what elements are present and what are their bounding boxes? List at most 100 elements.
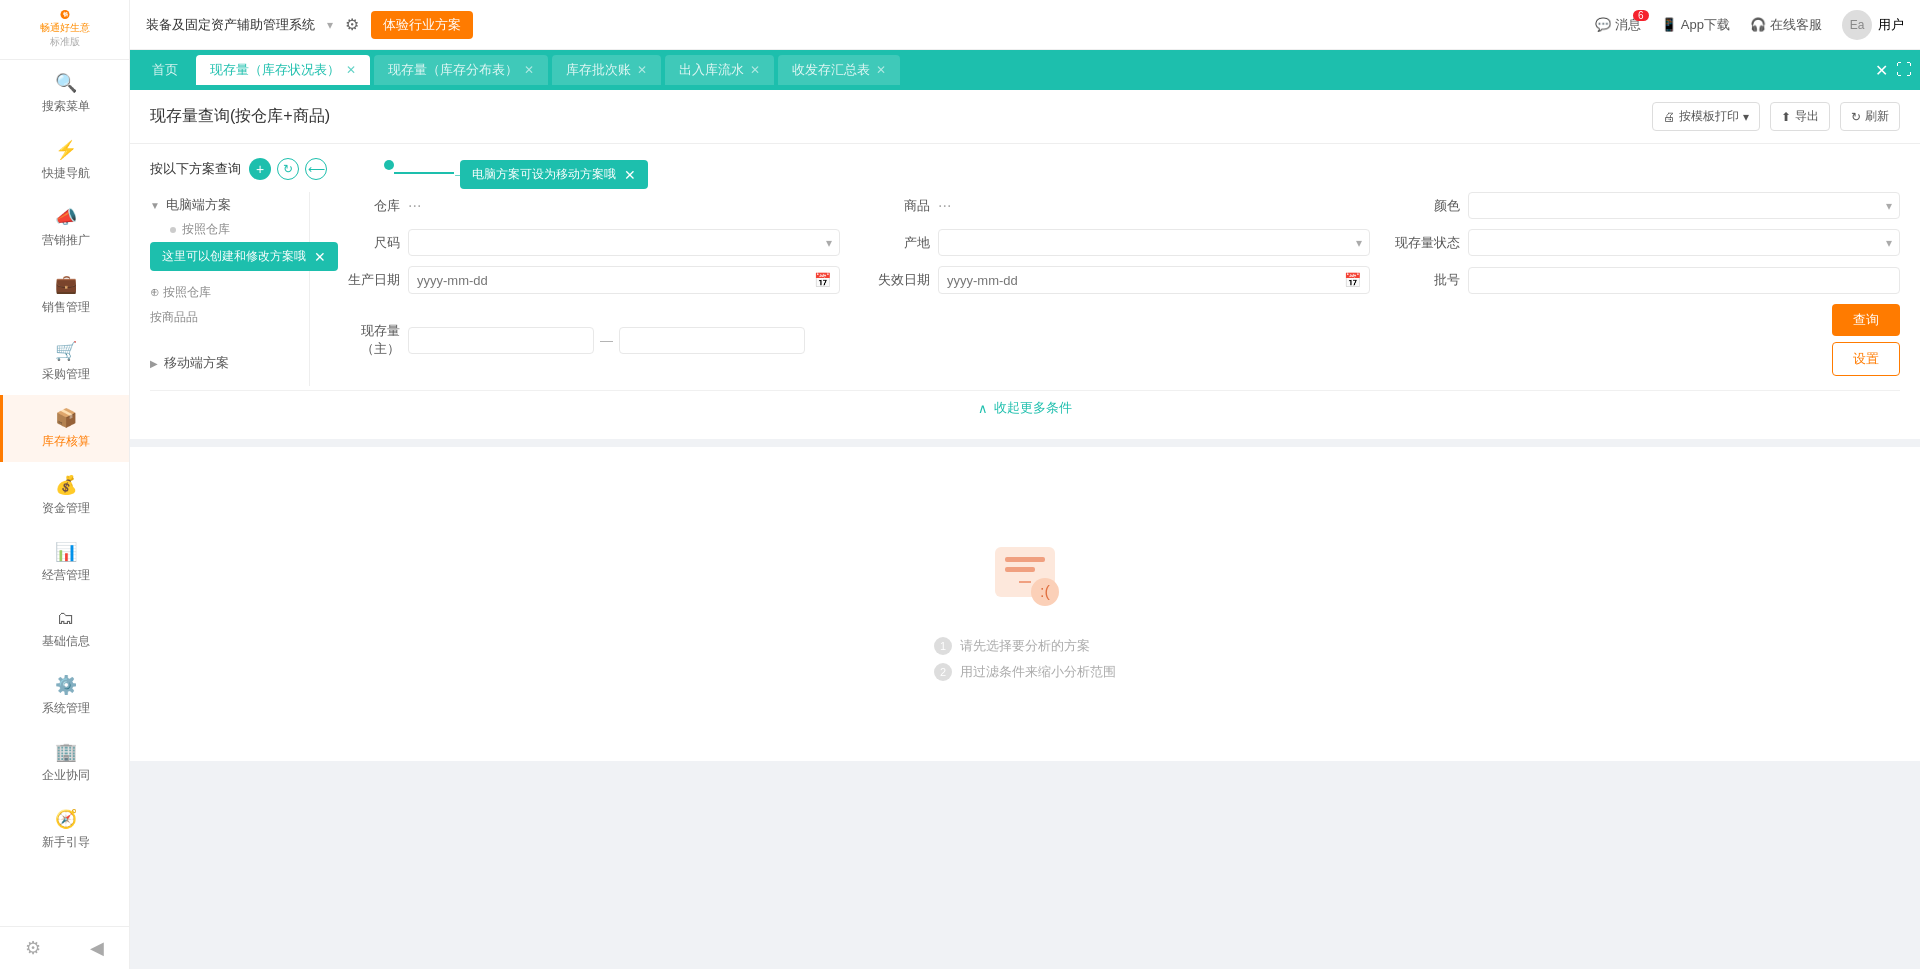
scheme-sub-dot	[170, 227, 176, 233]
tabs-actions: ✕ ⛶	[1875, 61, 1912, 80]
header-online-support[interactable]: 🎧 在线客服	[1750, 16, 1822, 34]
template-print-button[interactable]: 🖨 按模板打印 ▾	[1652, 102, 1760, 131]
filter-header-actions: + ↻ ⟵	[249, 158, 327, 180]
scheme-sub-warehouse[interactable]: 按照仓库	[170, 218, 299, 241]
sidebar-menu: 🔍 搜索菜单 ⚡ 快捷导航 📣 营销推广 💼 销售管理 🛒 采购管理 📦 库存核…	[0, 60, 129, 926]
collapse-button[interactable]: ∧ 收起更多条件	[150, 390, 1900, 425]
tab-expand-icon[interactable]: ⛶	[1896, 61, 1912, 80]
tab-home[interactable]: 首页	[138, 55, 192, 85]
main-area: 装备及固定资产辅助管理系统 ▾ ⚙ 体验行业方案 💬 消息 6 📱 App下载 …	[130, 0, 1920, 969]
filter-produce-date-input[interactable]	[417, 273, 810, 288]
sidebar-item-label: 新手引导	[42, 834, 90, 851]
tooltip-2-text: 这里可以创建和修改方案哦	[162, 248, 306, 265]
sidebar-item-basic[interactable]: 🗂 基础信息	[0, 596, 129, 662]
back-filter-button[interactable]: ⟵	[305, 158, 327, 180]
settings-bottom-icon[interactable]: ⚙	[25, 937, 41, 959]
tab-inout-flow[interactable]: 出入库流水 ✕	[665, 55, 774, 85]
tab-close-all-icon[interactable]: ✕	[1875, 61, 1888, 80]
filter-inventory-status-select[interactable]	[1468, 229, 1900, 256]
tab-receive-summary-close-icon[interactable]: ✕	[876, 63, 886, 77]
system-name-dropdown-icon[interactable]: ▾	[327, 18, 333, 32]
refresh-filter-button[interactable]: ↻	[277, 158, 299, 180]
filter-row-1: 仓库 ··· 商品 ··· 颜色 ▾	[330, 192, 1900, 219]
filter-body: 这里可以创建和修改方案哦 ✕ ▼ 电脑端方案 按照仓库	[150, 192, 1900, 386]
filter-expire-date-input-wrapper: 📅	[938, 266, 1370, 294]
chevron-down-icon: ▼	[150, 200, 160, 211]
tab-batch-account[interactable]: 库存批次账 ✕	[552, 55, 661, 85]
settings-header-icon[interactable]: ⚙	[345, 15, 359, 34]
search-buttons: 查询 设置	[1832, 304, 1900, 376]
folder-icon: 🗂	[57, 608, 75, 629]
calendar-produce-icon[interactable]: 📅	[814, 272, 831, 288]
dropdown-arrow-template: ▾	[1743, 110, 1749, 124]
filter-color-label: 颜色	[1390, 197, 1460, 215]
industry-btn[interactable]: 体验行业方案	[371, 11, 473, 39]
brand-subtitle: 标准版	[50, 35, 80, 49]
tip-num-2: 2	[934, 663, 952, 681]
header-app-download[interactable]: 📱 App下载	[1661, 16, 1730, 34]
sidebar-item-guide[interactable]: 🧭 新手引导	[0, 796, 129, 863]
sidebar-item-label: 采购管理	[42, 366, 90, 383]
collapse-sidebar-icon[interactable]: ◀	[90, 937, 104, 959]
filter-color-select[interactable]	[1468, 192, 1900, 219]
filter-inventory-main-from[interactable]	[408, 327, 594, 354]
sidebar-item-quick[interactable]: ⚡ 快捷导航	[0, 127, 129, 194]
filter-size-select[interactable]	[408, 229, 840, 256]
tab-batch-account-close-icon[interactable]: ✕	[637, 63, 647, 77]
sidebar-item-corp[interactable]: 🏢 企业协同	[0, 729, 129, 796]
sidebar-item-search[interactable]: 🔍 搜索菜单	[0, 60, 129, 127]
sidebar-item-finance[interactable]: 💰 资金管理	[0, 462, 129, 529]
tab-inventory-status[interactable]: 现存量（库存状况表） ✕	[196, 55, 370, 85]
add-filter-button[interactable]: +	[249, 158, 271, 180]
sidebar-item-label: 经营管理	[42, 567, 90, 584]
tab-inventory-dist-close-icon[interactable]: ✕	[524, 63, 534, 77]
sidebar-item-label: 快捷导航	[42, 165, 90, 182]
sidebar-item-sales[interactable]: 💼 销售管理	[0, 261, 129, 328]
sidebar-logo: 畅 畅通好生意 标准版	[0, 0, 129, 60]
filter-warehouse-ellipsis[interactable]: ···	[408, 197, 421, 215]
gear-icon: ⚙️	[55, 674, 77, 696]
sidebar-item-purchase[interactable]: 🛒 采购管理	[0, 328, 129, 395]
filter-expire-date-input[interactable]	[947, 273, 1340, 288]
export-button[interactable]: ⬆ 导出	[1770, 102, 1830, 131]
header-messages[interactable]: 💬 消息 6	[1595, 16, 1641, 34]
filter-goods-ellipsis[interactable]: ···	[938, 197, 951, 215]
spacer2	[150, 330, 299, 350]
chevron-right-icon: ▶	[150, 358, 158, 369]
scheme-desktop[interactable]: ▼ 电脑端方案	[150, 192, 299, 218]
reset-button[interactable]: 设置	[1832, 342, 1900, 376]
cart-icon: 🛒	[55, 340, 77, 362]
tooltip-popup-1: 电脑方案可设为移动方案哦 ✕	[460, 160, 648, 189]
filter-origin-select[interactable]	[938, 229, 1370, 256]
scheme-mobile[interactable]: ▶ 移动端方案	[150, 350, 299, 376]
tooltip-2-close-icon[interactable]: ✕	[314, 249, 326, 265]
hint-label: ⊕ 按照仓库	[150, 280, 299, 305]
filter-batch-no-input[interactable]	[1468, 267, 1900, 294]
sidebar-item-system[interactable]: ⚙️ 系统管理	[0, 662, 129, 729]
refresh-button[interactable]: ↻ 刷新	[1840, 102, 1900, 131]
tab-receive-summary[interactable]: 收发存汇总表 ✕	[778, 55, 900, 85]
search-button[interactable]: 查询	[1832, 304, 1900, 336]
sidebar-item-label: 资金管理	[42, 500, 90, 517]
tab-inventory-status-close-icon[interactable]: ✕	[346, 63, 356, 77]
sidebar-item-operation[interactable]: 📊 经营管理	[0, 529, 129, 596]
calendar-expire-icon[interactable]: 📅	[1344, 272, 1361, 288]
sidebar: 畅 畅通好生意 标准版 🔍 搜索菜单 ⚡ 快捷导航 📣 营销推广 💼 销售管理 …	[0, 0, 130, 969]
tooltip-1-close-icon[interactable]: ✕	[624, 167, 636, 183]
chevron-up-icon: ∧	[978, 401, 988, 416]
filter-inventory-main-to[interactable]	[619, 327, 805, 354]
tab-inventory-dist[interactable]: 现存量（库存分布表） ✕	[374, 55, 548, 85]
sidebar-item-inventory[interactable]: 📦 库存核算	[0, 395, 129, 462]
filter-color-select-wrapper: ▾	[1468, 192, 1900, 219]
money-icon: 💰	[55, 474, 77, 496]
header-user[interactable]: Ea 用户	[1842, 10, 1904, 40]
dot-indicator	[384, 160, 394, 170]
compass-icon: 🧭	[55, 808, 77, 830]
brand-logo-icon: 畅	[47, 10, 83, 19]
filter-area: 按以下方案查询 + ↻ ⟵ → 电脑方案可设为移动方案哦 ✕	[130, 144, 1920, 439]
tab-inout-flow-close-icon[interactable]: ✕	[750, 63, 760, 77]
sidebar-item-label: 企业协同	[42, 767, 90, 784]
filter-warehouse-label: 仓库	[330, 197, 400, 215]
filter-row-2: 尺码 ▾ 产地 ▾	[330, 229, 1900, 256]
sidebar-item-marketing[interactable]: 📣 营销推广	[0, 194, 129, 261]
